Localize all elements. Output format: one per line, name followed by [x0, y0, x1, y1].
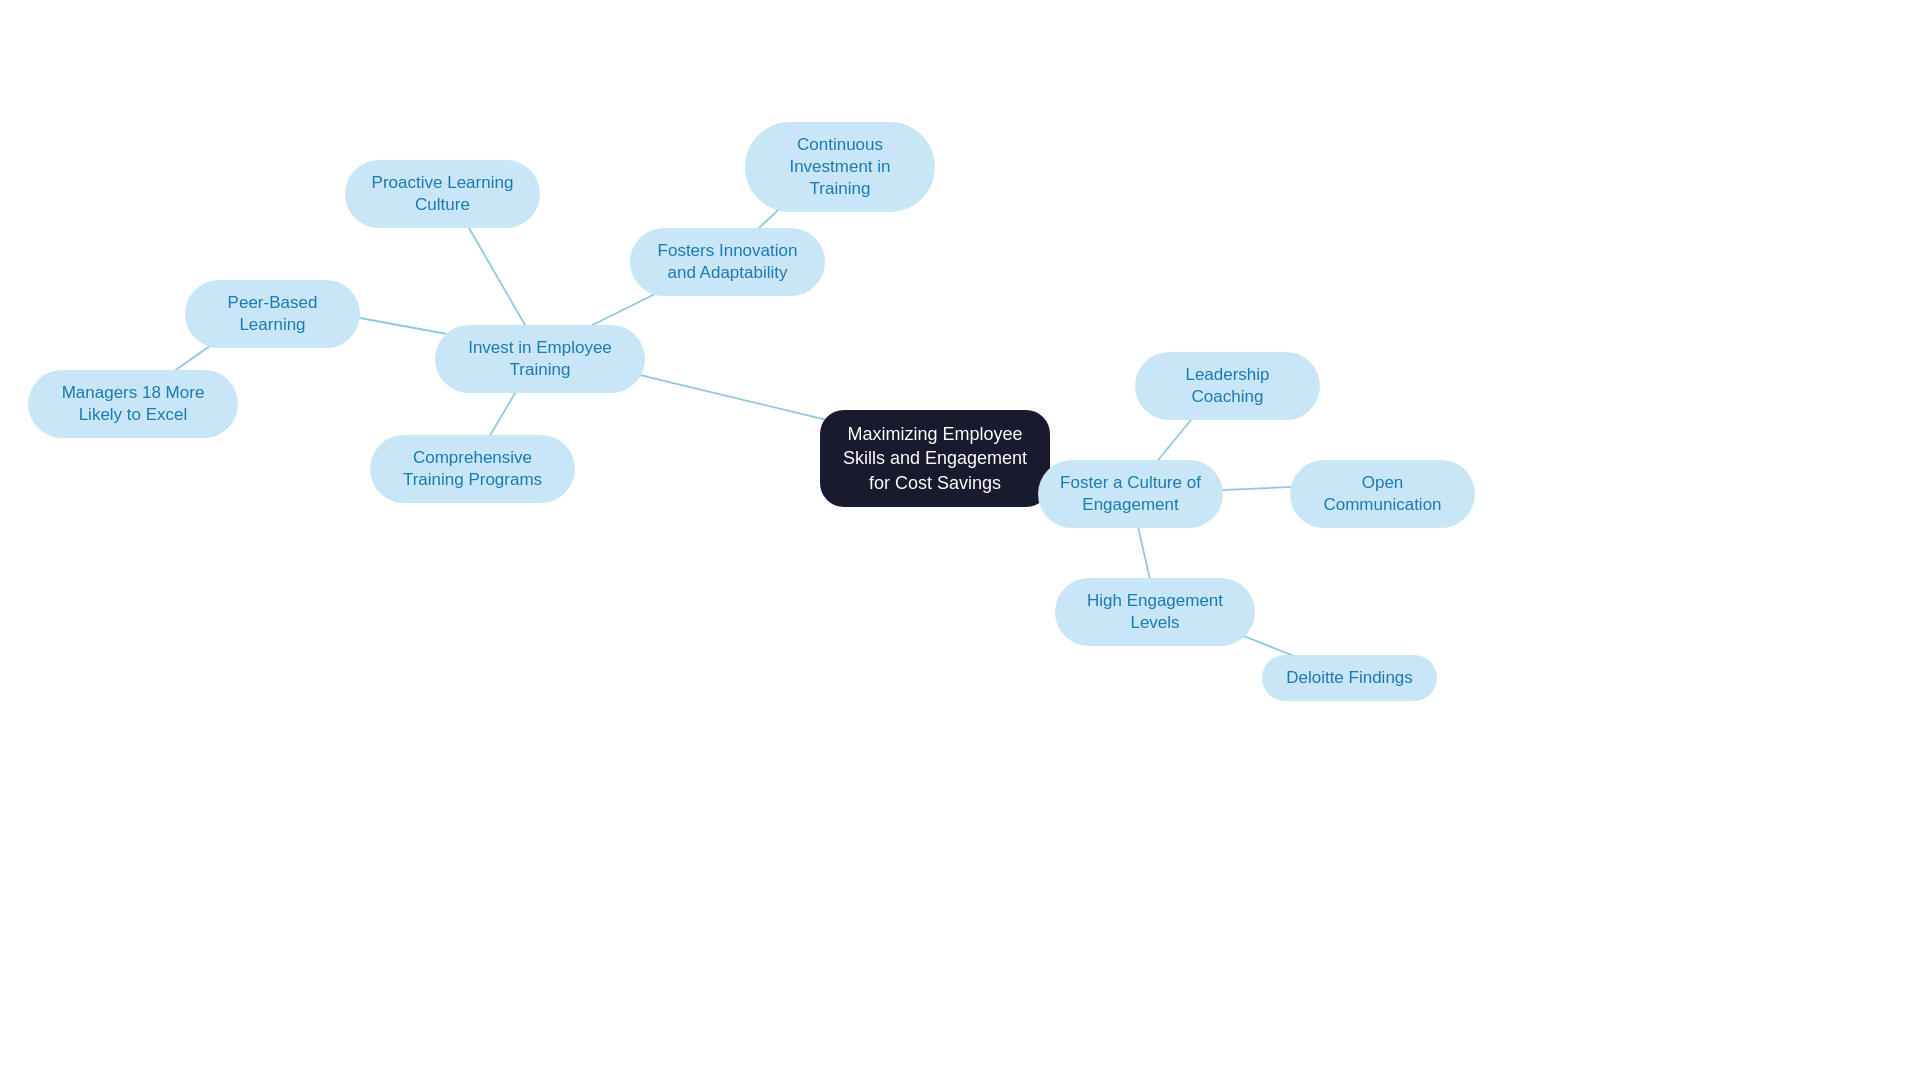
leadership-node: Leadership Coaching [1135, 352, 1320, 420]
peer-node: Peer-Based Learning [185, 280, 360, 348]
open-node: Open Communication [1290, 460, 1475, 528]
managers-node: Managers 18 More Likely to Excel [28, 370, 238, 438]
proactive-node: Proactive Learning Culture [345, 160, 540, 228]
center-node: Maximizing Employee Skills and Engagemen… [820, 410, 1050, 507]
invest-node: Invest in Employee Training [435, 325, 645, 393]
deloitte-node: Deloitte Findings [1262, 655, 1437, 701]
foster-node: Foster a Culture of Engagement [1038, 460, 1223, 528]
continuous-node: Continuous Investment in Training [745, 122, 935, 212]
fosters-node: Fosters Innovation and Adaptability [630, 228, 825, 296]
comprehensive-node: Comprehensive Training Programs [370, 435, 575, 503]
high-node: High Engagement Levels [1055, 578, 1255, 646]
